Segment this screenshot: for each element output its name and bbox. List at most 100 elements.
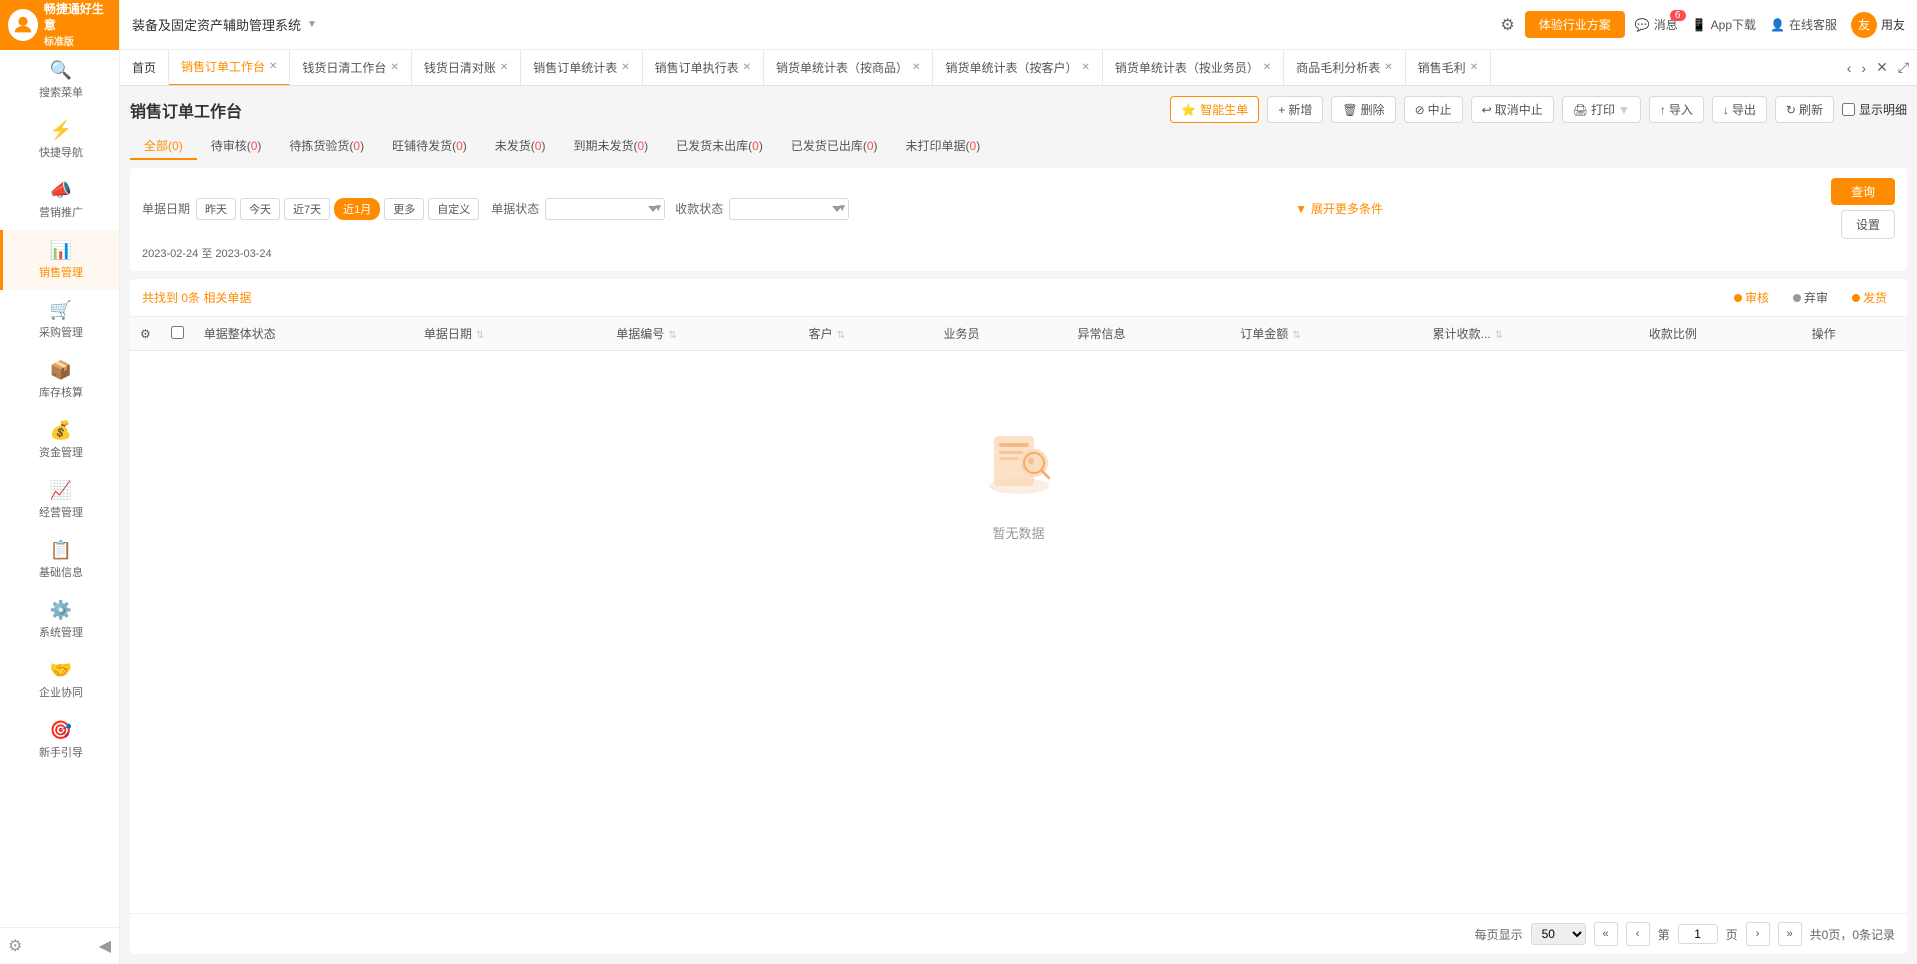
- collapse-icon[interactable]: ◀: [99, 936, 111, 956]
- filter-payment-select[interactable]: [729, 198, 849, 220]
- sidebar-item-operations[interactable]: 📈 经营管理: [0, 470, 119, 530]
- tab-maximize-btn[interactable]: ⤢: [1894, 57, 1913, 78]
- import-btn[interactable]: ↑ 导入: [1649, 96, 1704, 123]
- user-avatar: 友: [1851, 12, 1877, 38]
- add-btn[interactable]: + 新增: [1267, 96, 1323, 123]
- tab-sales-stats-staff[interactable]: 销货单统计表（按业务员）✕: [1103, 50, 1284, 86]
- tab-close-all-btn[interactable]: ✕: [1872, 57, 1892, 78]
- th-settings[interactable]: ⚙: [130, 317, 161, 351]
- date-btn-近1月[interactable]: 近1月: [334, 198, 380, 220]
- system-dropdown-icon[interactable]: ▼: [307, 19, 317, 30]
- export-btn[interactable]: ↓ 导出: [1712, 96, 1767, 123]
- tab-sales-order-exec[interactable]: 销售订单执行表✕: [643, 50, 764, 86]
- sub-tab-shipped-out[interactable]: 已发货已出库(0): [777, 133, 892, 160]
- tabs-prev-btn[interactable]: ‹: [1843, 58, 1856, 78]
- sidebar-item-basic-info[interactable]: 📋 基础信息: [0, 530, 119, 590]
- settings-btn[interactable]: 设置: [1841, 210, 1895, 239]
- refresh-btn[interactable]: ↻ 刷新: [1775, 96, 1834, 123]
- tabs-next-btn[interactable]: ›: [1857, 58, 1870, 78]
- tab-close-sales-order-exec[interactable]: ✕: [743, 62, 751, 73]
- sidebar-item-guide[interactable]: 🎯 新手引导: [0, 710, 119, 770]
- online-service-item[interactable]: 👤 在线客服: [1770, 16, 1837, 33]
- app-download-item[interactable]: 📱 App下载: [1692, 16, 1756, 33]
- first-page-btn[interactable]: «: [1594, 922, 1618, 946]
- tab-label-cash-daily-workbench: 钱货日清工作台: [302, 59, 386, 76]
- tab-sales-order-stats[interactable]: 销售订单统计表✕: [521, 50, 642, 86]
- th-amount[interactable]: 订单金额: [1230, 317, 1422, 351]
- tab-product-margin-stats[interactable]: 商品毛利分析表✕: [1284, 50, 1405, 86]
- filter-status-select[interactable]: [545, 198, 665, 220]
- delete-btn[interactable]: 🗑 删除: [1331, 96, 1395, 123]
- next-page-btn[interactable]: ›: [1746, 922, 1770, 946]
- sub-tab-shipped-not-out[interactable]: 已发货未出库(0): [662, 133, 777, 160]
- per-page-select[interactable]: 50 20 100: [1531, 923, 1586, 945]
- date-btn-自定义[interactable]: 自定义: [428, 198, 479, 220]
- settings-icon[interactable]: ⚙: [8, 936, 22, 956]
- sub-tab-pending-review[interactable]: 待审核(0): [197, 133, 276, 160]
- sidebar-item-enterprise[interactable]: 🤝 企业协同: [0, 650, 119, 710]
- sub-tab-pending-inspect[interactable]: 待拣货验货(0): [275, 133, 378, 160]
- th-number[interactable]: 单据编号: [606, 317, 798, 351]
- ship-btn[interactable]: 发货: [1844, 287, 1895, 308]
- tab-sales-stats-customer[interactable]: 销货单统计表（按客户）✕: [933, 50, 1102, 86]
- tab-close-cash-daily-workbench[interactable]: ✕: [390, 62, 398, 73]
- tab-close-sales-order-stats[interactable]: ✕: [621, 62, 629, 73]
- prev-page-btn[interactable]: ‹: [1626, 922, 1650, 946]
- tab-label-home: 首页: [132, 59, 156, 76]
- sub-tab-overdue-not-shipped[interactable]: 到期未发货(0): [559, 133, 662, 160]
- tab-sales-stats-product[interactable]: 销货单统计表（按商品）✕: [764, 50, 933, 86]
- unreview-dot: [1793, 294, 1801, 302]
- tab-sales-profit[interactable]: 销售毛利✕: [1406, 50, 1491, 86]
- tab-close-product-margin-stats[interactable]: ✕: [1384, 62, 1392, 73]
- tab-sales-order-workbench[interactable]: 销售订单工作台✕: [169, 50, 290, 86]
- tab-cash-goods-reconcile[interactable]: 钱货日清对账✕: [412, 50, 521, 86]
- th-customer[interactable]: 客户: [799, 317, 934, 351]
- last-page-btn[interactable]: »: [1778, 922, 1802, 946]
- th-date[interactable]: 单据日期: [414, 317, 606, 351]
- sub-tab-not-shipped[interactable]: 未发货(0): [481, 133, 560, 160]
- sidebar-item-sales[interactable]: 📊 销售管理: [0, 230, 119, 290]
- sidebar-item-quick-nav[interactable]: ⚡ 快捷导航: [0, 110, 119, 170]
- tab-close-cash-goods-reconcile[interactable]: ✕: [500, 62, 508, 73]
- th-collected[interactable]: 累计收款...: [1423, 317, 1639, 351]
- select-all-checkbox[interactable]: [171, 326, 184, 339]
- tab-close-sales-stats-customer[interactable]: ✕: [1081, 62, 1089, 73]
- sub-tab-wangpu-pending-ship[interactable]: 旺铺待发货(0): [378, 133, 481, 160]
- print-btn[interactable]: 🖨 打印 ▼: [1562, 96, 1641, 123]
- sidebar-item-marketing[interactable]: 📣 营销推广: [0, 170, 119, 230]
- sidebar-item-system[interactable]: ⚙️ 系统管理: [0, 590, 119, 650]
- sub-tab-all[interactable]: 全部(0): [130, 133, 197, 160]
- sidebar-item-finance[interactable]: 💰 资金管理: [0, 410, 119, 470]
- tab-close-sales-stats-staff[interactable]: ✕: [1263, 62, 1271, 73]
- date-btn-更多[interactable]: 更多: [384, 198, 424, 220]
- tab-close-sales-stats-product[interactable]: ✕: [912, 62, 920, 73]
- sub-tab-not-printed[interactable]: 未打印单据(0): [892, 133, 995, 160]
- stop-btn[interactable]: ⊘ 中止: [1404, 96, 1463, 123]
- unreview-btn[interactable]: 弃审: [1785, 287, 1836, 308]
- cancel-stop-btn[interactable]: ↩ 取消中止: [1471, 96, 1554, 123]
- show-detail-label[interactable]: 显示明细: [1842, 101, 1907, 118]
- logo-icon: [8, 9, 38, 41]
- page-input[interactable]: [1678, 924, 1718, 944]
- review-btn[interactable]: 审核: [1726, 287, 1777, 308]
- user-item[interactable]: 友 用友: [1851, 12, 1905, 38]
- show-detail-checkbox[interactable]: [1842, 103, 1855, 116]
- message-item[interactable]: 💬 消息 6: [1635, 16, 1678, 33]
- tab-close-sales-order-workbench[interactable]: ✕: [269, 61, 277, 72]
- expand-more[interactable]: ▼ 展开更多条件: [1295, 200, 1383, 217]
- sidebar-item-inventory[interactable]: 📦 库存核算: [0, 350, 119, 410]
- industry-btn[interactable]: 体验行业方案: [1525, 11, 1625, 38]
- tab-cash-daily-workbench[interactable]: 钱货日清工作台 ✕: [290, 50, 411, 86]
- sidebar-item-purchase[interactable]: 🛒 采购管理: [0, 290, 119, 350]
- topbar-settings-icon[interactable]: ⚙: [1500, 15, 1514, 35]
- smart-btn[interactable]: ⭐ 智能生单: [1170, 96, 1259, 123]
- sidebar-item-search[interactable]: 🔍 搜索菜单: [0, 50, 119, 110]
- date-btn-今天[interactable]: 今天: [240, 198, 280, 220]
- search-icon: 🔍: [50, 60, 72, 81]
- tab-home[interactable]: 首页: [120, 50, 169, 86]
- tab-close-sales-profit[interactable]: ✕: [1470, 62, 1478, 73]
- date-btn-昨天[interactable]: 昨天: [196, 198, 236, 220]
- th-check[interactable]: [161, 317, 194, 351]
- query-btn[interactable]: 查询: [1831, 178, 1895, 205]
- date-btn-近7天[interactable]: 近7天: [284, 198, 330, 220]
